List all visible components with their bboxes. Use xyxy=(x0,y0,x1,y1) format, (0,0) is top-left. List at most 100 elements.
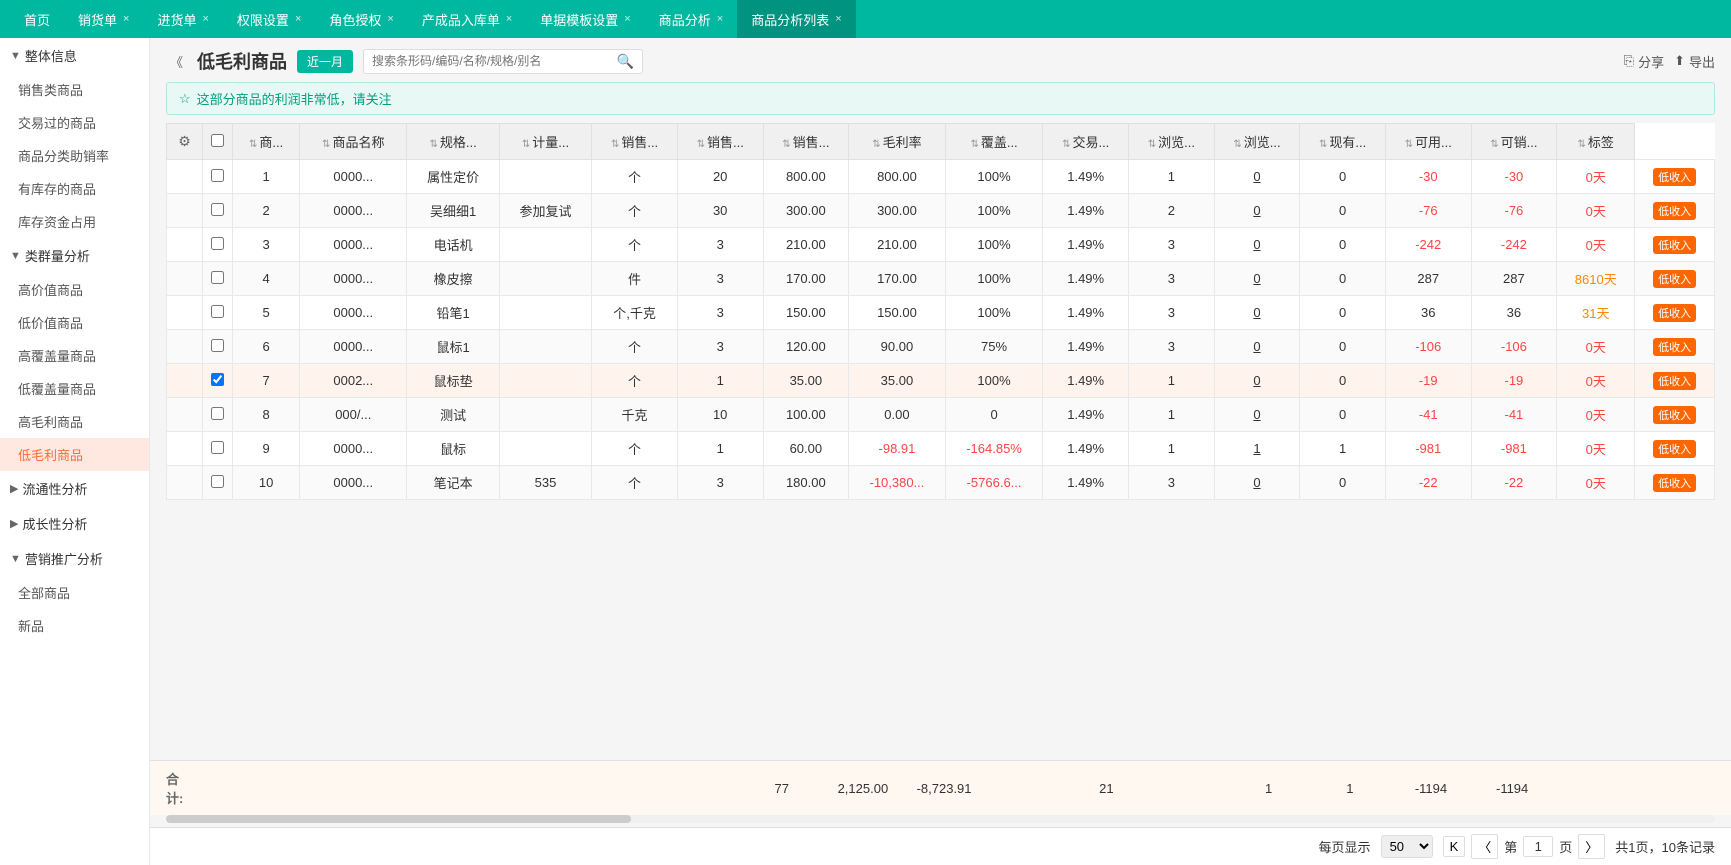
col-browse2[interactable]: ⇅浏览... xyxy=(1214,124,1300,160)
row-browse1[interactable]: 0 xyxy=(1214,160,1300,194)
col-sales-amt[interactable]: ⇅销售... xyxy=(677,124,763,160)
row-browse1[interactable]: 0 xyxy=(1214,398,1300,432)
scrollbar-thumb[interactable] xyxy=(166,815,631,823)
sidebar-item-new-products[interactable]: 新品 xyxy=(0,609,149,642)
close-icon[interactable]: × xyxy=(387,13,393,25)
row-checkbox-cell[interactable] xyxy=(203,364,233,398)
col-trade[interactable]: ⇅交易... xyxy=(1043,124,1129,160)
col-sellable[interactable]: ⇅可销... xyxy=(1471,124,1557,160)
col-tag[interactable]: ⇅标签 xyxy=(1557,124,1635,160)
select-all-checkbox[interactable] xyxy=(211,134,224,147)
nav-analysis-list[interactable]: 商品分析列表 × xyxy=(737,0,855,38)
close-icon[interactable]: × xyxy=(295,13,301,25)
sidebar-group-cluster[interactable]: ▼ 类群量分析 xyxy=(0,238,149,273)
nav-analysis[interactable]: 商品分析 × xyxy=(645,0,737,38)
col-profit-rate[interactable]: ⇅毛利率 xyxy=(849,124,946,160)
col-coverage[interactable]: ⇅覆盖... xyxy=(945,124,1043,160)
sidebar-item-high-coverage[interactable]: 高覆盖量商品 xyxy=(0,339,149,372)
nav-permissions[interactable]: 权限设置 × xyxy=(223,0,315,38)
close-icon[interactable]: × xyxy=(835,13,841,25)
sidebar-item-sales-products[interactable]: 销售类商品 xyxy=(0,73,149,106)
row-checkbox-cell[interactable] xyxy=(203,194,233,228)
row-sellable: 8610天 xyxy=(1557,262,1635,296)
scrollbar-track[interactable] xyxy=(166,815,1715,823)
current-page[interactable]: 1 xyxy=(1523,836,1553,857)
sidebar-item-traded-products[interactable]: 交易过的商品 xyxy=(0,106,149,139)
sidebar-group-overall[interactable]: ▼ 整体信息 xyxy=(0,38,149,73)
nav-home[interactable]: 首页 xyxy=(10,0,64,38)
close-icon[interactable]: × xyxy=(506,13,512,25)
sidebar-item-stock-capital[interactable]: 库存资金占用 xyxy=(0,205,149,238)
nav-roles[interactable]: 角色授权 × xyxy=(315,0,407,38)
sidebar-item-low-value[interactable]: 低价值商品 xyxy=(0,306,149,339)
row-select-checkbox[interactable] xyxy=(211,441,224,454)
row-checkbox-cell[interactable] xyxy=(203,432,233,466)
row-browse1[interactable]: 0 xyxy=(1214,466,1300,500)
share-button[interactable]: ⎘ 分享 xyxy=(1624,52,1664,71)
row-browse1[interactable]: 0 xyxy=(1214,296,1300,330)
sidebar-item-all-products[interactable]: 全部商品 xyxy=(0,576,149,609)
row-available: -981 xyxy=(1471,432,1557,466)
next-page-button[interactable]: 〉 xyxy=(1578,834,1605,859)
col-checkbox[interactable] xyxy=(203,124,233,160)
row-select-checkbox[interactable] xyxy=(211,407,224,420)
row-number: 8 xyxy=(233,398,300,432)
row-checkbox-cell[interactable] xyxy=(203,330,233,364)
row-checkbox-cell[interactable] xyxy=(203,296,233,330)
search-icon[interactable]: 🔍 xyxy=(617,53,634,70)
row-select-checkbox[interactable] xyxy=(211,373,224,386)
row-checkbox-cell[interactable] xyxy=(203,160,233,194)
filter-button[interactable]: 近一月 xyxy=(297,50,353,73)
close-icon[interactable]: × xyxy=(717,13,723,25)
row-browse1[interactable]: 0 xyxy=(1214,364,1300,398)
nav-products[interactable]: 产成品入库单 × xyxy=(408,0,526,38)
sidebar-group-growth[interactable]: ▶ 成长性分析 xyxy=(0,506,149,541)
sidebar-group-circulation[interactable]: ▶ 流通性分析 xyxy=(0,471,149,506)
row-browse1[interactable]: 0 xyxy=(1214,262,1300,296)
collapse-button[interactable]: 《 xyxy=(166,52,187,71)
row-select-checkbox[interactable] xyxy=(211,169,224,182)
col-spec[interactable]: ⇅规格... xyxy=(407,124,499,160)
col-stock[interactable]: ⇅现有... xyxy=(1300,124,1386,160)
row-select-checkbox[interactable] xyxy=(211,475,224,488)
nav-purchase[interactable]: 进货单 × xyxy=(143,0,222,38)
col-available[interactable]: ⇅可用... xyxy=(1385,124,1471,160)
row-select-checkbox[interactable] xyxy=(211,203,224,216)
sidebar-item-low-coverage[interactable]: 低覆盖量商品 xyxy=(0,372,149,405)
row-browse1[interactable]: 1 xyxy=(1214,432,1300,466)
nav-sales[interactable]: 销货单 × xyxy=(64,0,143,38)
sidebar-item-category-rate[interactable]: 商品分类助销率 xyxy=(0,139,149,172)
row-checkbox-cell[interactable] xyxy=(203,262,233,296)
row-checkbox-cell[interactable] xyxy=(203,466,233,500)
col-unit[interactable]: ⇅计量... xyxy=(499,124,591,160)
close-icon[interactable]: × xyxy=(624,13,630,25)
col-sales-qty[interactable]: ⇅销售... xyxy=(592,124,678,160)
row-select-checkbox[interactable] xyxy=(211,237,224,250)
row-checkbox-cell[interactable] xyxy=(203,228,233,262)
col-browse1[interactable]: ⇅浏览... xyxy=(1129,124,1215,160)
export-button[interactable]: ⬆ 导出 xyxy=(1674,52,1715,71)
row-select-checkbox[interactable] xyxy=(211,271,224,284)
row-browse1[interactable]: 0 xyxy=(1214,330,1300,364)
page-size-select[interactable]: 50 100 200 xyxy=(1381,835,1433,858)
row-browse1[interactable]: 0 xyxy=(1214,228,1300,262)
nav-templates[interactable]: 单据模板设置 × xyxy=(526,0,644,38)
col-code[interactable]: ⇅商... xyxy=(233,124,300,160)
col-name[interactable]: ⇅商品名称 xyxy=(300,124,407,160)
sidebar-item-low-margin[interactable]: 低毛利商品 xyxy=(0,438,149,471)
sidebar-group-marketing[interactable]: ▼ 营销推广分析 xyxy=(0,541,149,576)
prev-page-button[interactable]: 〈 xyxy=(1471,834,1498,859)
sidebar-item-high-margin[interactable]: 高毛利商品 xyxy=(0,405,149,438)
row-select-checkbox[interactable] xyxy=(211,339,224,352)
search-input[interactable] xyxy=(372,54,612,68)
col-gear[interactable]: ⚙ xyxy=(167,124,203,160)
close-icon[interactable]: × xyxy=(202,13,208,25)
close-icon[interactable]: × xyxy=(123,13,129,25)
sidebar-item-high-value[interactable]: 高价值商品 xyxy=(0,273,149,306)
row-select-checkbox[interactable] xyxy=(211,305,224,318)
sidebar-item-in-stock[interactable]: 有库存的商品 xyxy=(0,172,149,205)
first-page-button[interactable]: K xyxy=(1443,836,1466,857)
row-browse1[interactable]: 0 xyxy=(1214,194,1300,228)
col-sales-profit[interactable]: ⇅销售... xyxy=(763,124,849,160)
row-checkbox-cell[interactable] xyxy=(203,398,233,432)
